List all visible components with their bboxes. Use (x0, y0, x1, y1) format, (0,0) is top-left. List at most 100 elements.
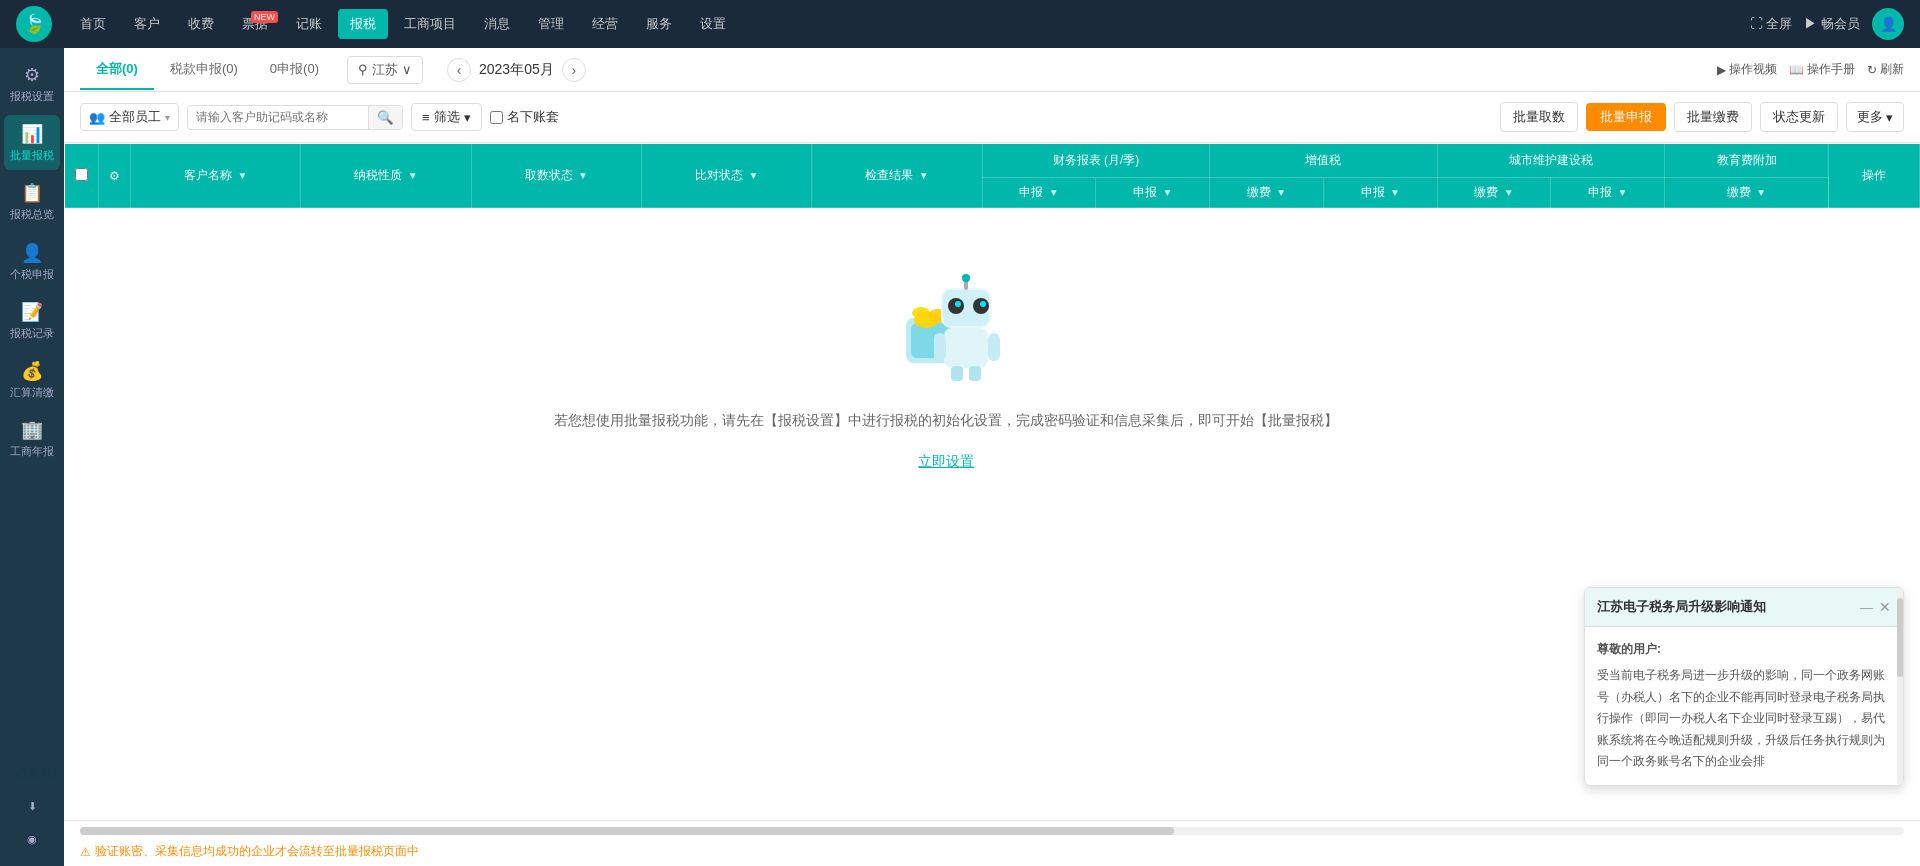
video-tutorial-btn[interactable]: ▶ 操作视频 (1717, 61, 1777, 78)
filter-icon[interactable]: ▼ (1617, 187, 1627, 198)
sidebar-item-tax-overview[interactable]: 📋 报税总览 (4, 174, 60, 229)
batch-fetch-btn[interactable]: 批量取数 (1500, 102, 1578, 132)
sidebar-item-tax-settings[interactable]: ⚙ 报税设置 (4, 56, 60, 111)
nav-settings[interactable]: 设置 (688, 9, 738, 39)
filter-icon[interactable]: ▼ (578, 170, 588, 181)
th-checkbox[interactable] (65, 144, 99, 208)
nav-manage[interactable]: 管理 (526, 9, 576, 39)
filter-icon[interactable]: ▼ (1049, 187, 1059, 198)
nav-invoice[interactable]: 票据 NEW (230, 9, 280, 39)
refresh-icon: ↻ (1867, 63, 1877, 77)
avatar[interactable]: 👤 (1872, 8, 1904, 40)
checkbox-input[interactable] (490, 111, 503, 124)
th-settings[interactable]: ⚙ (99, 144, 131, 208)
refresh-btn[interactable]: ↻ 刷新 (1867, 61, 1904, 78)
nav-message[interactable]: 消息 (472, 9, 522, 39)
filter-icon[interactable]: ▼ (1756, 187, 1766, 198)
chart-icon: 📊 (21, 123, 43, 145)
th-education-surcharge: 教育费附加 (1665, 144, 1829, 178)
employee-icon: 👥 (89, 110, 105, 125)
batch-pay-btn[interactable]: 批量缴费 (1674, 102, 1752, 132)
member-btn[interactable]: ▶ 畅会员 (1804, 15, 1860, 33)
filter-icon[interactable]: ▼ (1390, 187, 1400, 198)
sidebar-label-personal-tax: 个税申报 (10, 268, 54, 281)
sidebar-item-batch-tax[interactable]: 📊 批量报税 (4, 115, 60, 170)
nav-tax[interactable]: 报税 (338, 9, 388, 39)
search-button[interactable]: 🔍 (368, 106, 402, 129)
nav-service[interactable]: 服务 (634, 9, 684, 39)
filter-icon[interactable]: ▼ (1163, 187, 1173, 198)
svg-point-14 (962, 274, 970, 282)
nav-customer[interactable]: 客户 (122, 9, 172, 39)
manual-btn[interactable]: 📖 操作手册 (1789, 61, 1855, 78)
filter-icon[interactable]: ▼ (408, 170, 418, 181)
sidebar-item-tax-record[interactable]: 📝 报税记录 (4, 293, 60, 348)
svg-rect-15 (944, 328, 988, 368)
nav-bookkeeping[interactable]: 记账 (284, 9, 334, 39)
filter-icon[interactable]: ▼ (1504, 187, 1514, 198)
tab-tax-declare[interactable]: 税款申报(0) (154, 50, 254, 90)
setup-link[interactable]: 立即设置 (918, 453, 974, 471)
more-btn[interactable]: 更多 ▾ (1846, 102, 1904, 132)
prev-month-btn[interactable]: ‹ (447, 58, 471, 82)
sidebar-label-annual-report: 工商年报 (10, 445, 54, 458)
region-selector[interactable]: ⚲ 江苏 ∨ (347, 56, 423, 84)
filter-icon[interactable]: ▼ (237, 170, 247, 181)
data-table: ⚙ 客户名称 ▼ 纳税性质 ▼ 取数状态 ▼ 比对状态 ▼ 检查结果 ▼ 财务报… (64, 143, 1920, 531)
robot-illustration (886, 268, 1006, 388)
sidebar-item-annual-settlement[interactable]: 💰 汇算清缴 (4, 352, 60, 407)
fullscreen-btn[interactable]: ⛶ 全屏 (1750, 15, 1793, 33)
person-icon: 👤 (21, 242, 43, 264)
tab-zero-declare[interactable]: 0申报(0) (254, 50, 335, 90)
subsidiary-accounts-checkbox[interactable]: 名下账套 (490, 108, 559, 126)
sidebar-item-annual-report[interactable]: 🏢 工商年报 (4, 411, 60, 466)
th-financial-report: 财务报表 (月/季) (982, 144, 1209, 178)
employee-label: 全部员工 (109, 108, 161, 126)
status-update-btn[interactable]: 状态更新 (1760, 102, 1838, 132)
notification-scrollbar[interactable] (1897, 588, 1903, 785)
th-vat-pay: 缴费 ▼ (1210, 178, 1324, 208)
sidebar-user-btn[interactable]: ◉ (4, 825, 60, 854)
notification-body: 尊敬的用户: 受当前电子税务局进一步升级的影响，同一个政务网账号（办税人）名下的… (1585, 627, 1903, 785)
nav-home[interactable]: 首页 (68, 9, 118, 39)
th-customer-name: 客户名称 ▼ (131, 144, 301, 208)
tab-all[interactable]: 全部(0) (80, 50, 154, 90)
search-input[interactable] (188, 106, 368, 128)
filter-button[interactable]: ≡ 筛选 ▾ (411, 103, 482, 131)
select-all-checkbox[interactable] (75, 168, 88, 181)
toolbar-left: 👥 全部员工 ▾ 🔍 ≡ 筛选 ▾ 名下账套 (80, 103, 1492, 131)
sidebar-item-personal-tax[interactable]: 👤 个税申报 (4, 234, 60, 289)
nav-operation[interactable]: 经营 (580, 9, 630, 39)
notification-panel: 江苏电子税务局升级影响通知 — ✕ 尊敬的用户: 受当前电子税务局进一步升级的影… (1584, 587, 1904, 786)
employee-selector[interactable]: 👥 全部员工 ▾ (80, 103, 179, 131)
svg-point-12 (980, 301, 986, 307)
batch-declare-btn[interactable]: 批量申报 (1586, 103, 1666, 131)
video-icon: ▶ (1717, 63, 1726, 77)
nav-fee[interactable]: 收费 (176, 9, 226, 39)
region-label: 江苏 (372, 61, 398, 79)
filter-icon[interactable]: ▼ (748, 170, 758, 181)
new-badge: NEW (251, 11, 278, 23)
empty-state-cell: 若您想使用批量报税功能，请先在【报税设置】中进行报税的初始化设置，完成密码验证和… (65, 208, 1829, 532)
next-month-btn[interactable]: › (562, 58, 586, 82)
chevron-down-icon: ▾ (165, 112, 170, 123)
app-logo[interactable]: 🍃 (16, 6, 52, 42)
user-circle-icon: ◉ (27, 833, 37, 846)
notification-minimize-btn[interactable]: — (1860, 600, 1873, 615)
svg-rect-16 (934, 333, 946, 361)
horizontal-scrollbar[interactable] (80, 827, 1904, 835)
note-icon: 📝 (21, 301, 43, 323)
filter-icon[interactable]: ▼ (1276, 187, 1286, 198)
sidebar-label-tax-settings: 报税设置 (10, 90, 54, 103)
filter-icon[interactable]: ▼ (919, 170, 929, 181)
chevron-down-icon: ∨ (402, 62, 412, 77)
notification-close-btn[interactable]: ✕ (1879, 599, 1891, 615)
th-financial-declare: 申报 ▼ (982, 178, 1096, 208)
cani-text: CANI (15, 766, 58, 784)
svg-rect-19 (969, 366, 981, 381)
warning-icon: ⚠ (80, 845, 91, 859)
nav-business[interactable]: 工商项目 (392, 9, 468, 39)
region-icon: ⚲ (358, 62, 368, 77)
search-box: 🔍 (187, 105, 403, 130)
empty-state: 若您想使用批量报税功能，请先在【报税设置】中进行报税的初始化设置，完成密码验证和… (65, 208, 1829, 531)
